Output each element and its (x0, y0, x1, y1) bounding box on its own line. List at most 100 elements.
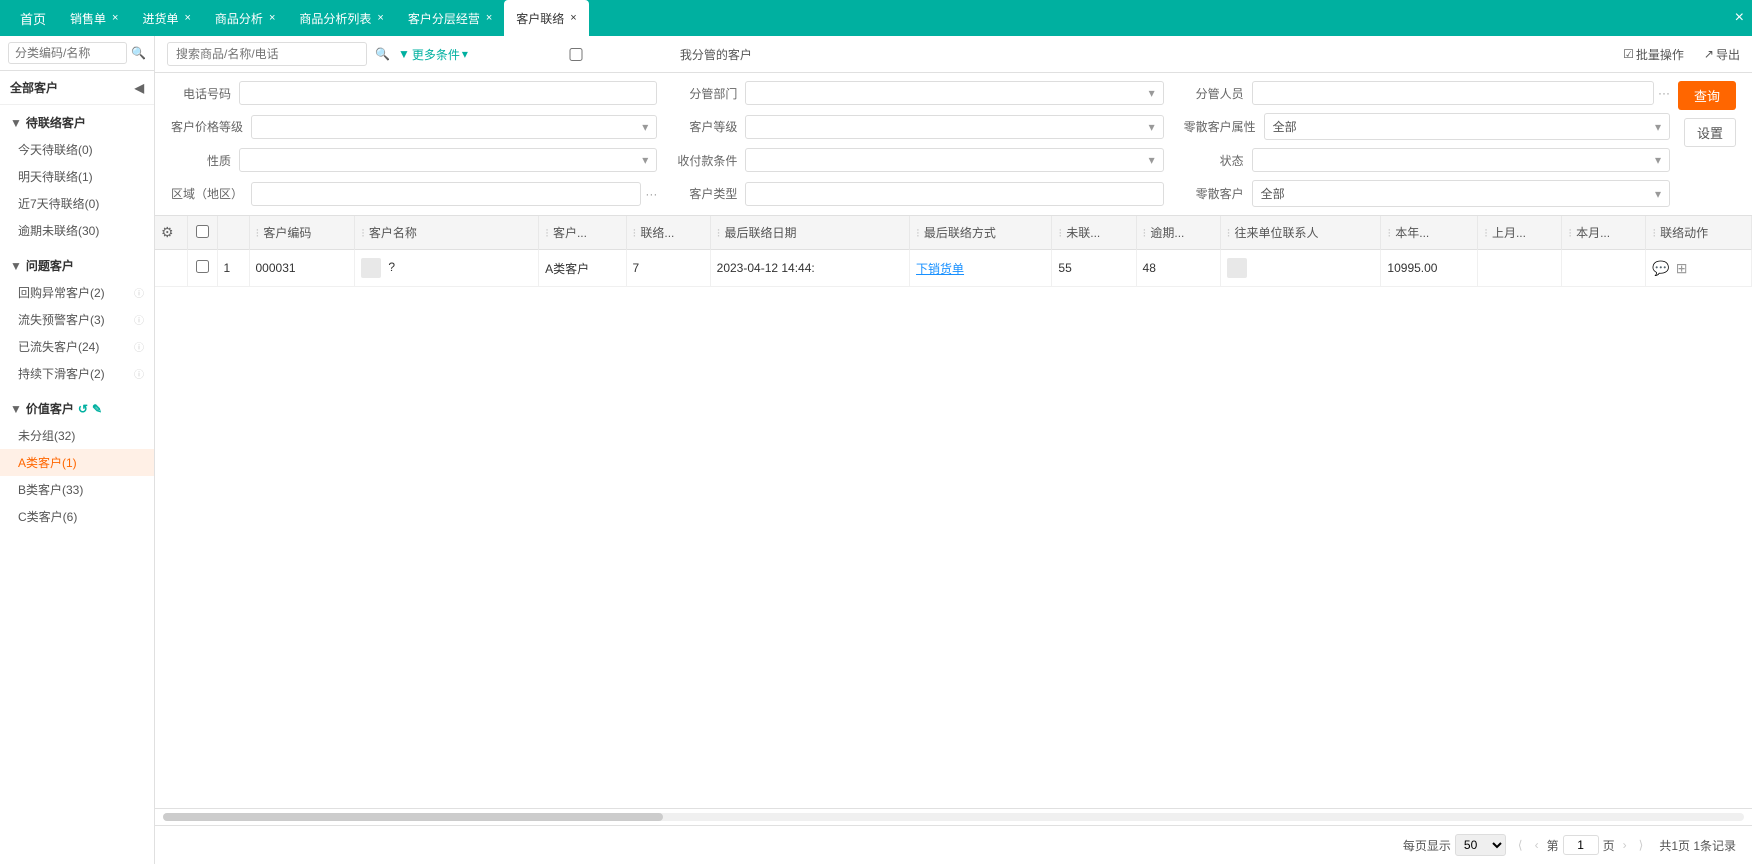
nature-select[interactable]: ▾ (239, 148, 657, 172)
nav-home[interactable]: 首页 (8, 0, 58, 36)
settings-button[interactable]: 设置 (1684, 118, 1736, 147)
cust-level-select[interactable]: ▾ (745, 115, 1163, 139)
section-title-pending[interactable]: ▼ 待联络客户 (0, 109, 154, 136)
filter-cell-payment: 收付款条件 ▾ (677, 148, 1163, 172)
sidebar-item-ungroup[interactable]: 未分组(32) (0, 422, 154, 449)
sidebar-search-icon[interactable]: 🔍 (131, 46, 146, 60)
sidebar-item-declining[interactable]: 持续下滑客户(2) ⓘ (0, 360, 154, 387)
col-this-year: ⁝ 本年... (1381, 216, 1478, 250)
sidebar-collapse-icon[interactable]: ◀ (135, 81, 144, 95)
status-select[interactable]: ▾ (1252, 148, 1670, 172)
nav-tab-purchase[interactable]: 进货单 × (130, 0, 202, 36)
nav-tab-analysis-list[interactable]: 商品分析列表 × (287, 0, 395, 36)
close-purchase-tab[interactable]: × (184, 12, 190, 24)
edit-value-icon[interactable]: ✎ (92, 402, 102, 416)
filter-cell-region: 区域（地区） ··· (171, 182, 657, 206)
col-contact-label: 联络... (640, 224, 674, 241)
close-sales-tab[interactable]: × (112, 12, 118, 24)
chat-icon[interactable]: 💬 (1652, 260, 1669, 277)
per-page-select[interactable]: 50 20 100 (1455, 834, 1506, 856)
sidebar-all-customers[interactable]: 全部客户 ◀ (0, 71, 154, 105)
info-icon-4: ⓘ (134, 366, 144, 381)
prev-page-btn[interactable]: ‹ (1531, 836, 1543, 854)
retail-attr-value: 全部 (1273, 118, 1297, 135)
search-input[interactable] (167, 42, 367, 66)
last-page-btn[interactable]: ⟩ (1635, 836, 1648, 854)
my-customers-label: 我分管的客户 (680, 46, 752, 63)
payment-select[interactable]: ▾ (745, 148, 1163, 172)
nav-tab-sales[interactable]: 销售单 × (58, 0, 130, 36)
dept-arrow: ▾ (1149, 86, 1155, 100)
row-this-month-cell (1562, 250, 1646, 287)
row-check-cell (187, 250, 217, 287)
query-button[interactable]: 查询 (1678, 81, 1736, 110)
next-page-btn[interactable]: › (1619, 836, 1631, 854)
region-input[interactable] (251, 182, 641, 206)
close-contact-tab[interactable]: × (570, 12, 576, 24)
retail-select[interactable]: 全部 ▾ (1252, 180, 1670, 207)
sidebar-item-churn-warning[interactable]: 流失预警客户(3) ⓘ (0, 306, 154, 333)
manager-input[interactable] (1252, 81, 1654, 105)
col-name: ⁝ 客户名称 (355, 216, 539, 250)
close-analysis-list-tab[interactable]: × (377, 12, 383, 24)
my-customers-checkbox[interactable]: 我分管的客户 (476, 46, 752, 63)
nav-tab-analysis[interactable]: 商品分析 × (203, 0, 287, 36)
first-page-btn[interactable]: ⟨ (1514, 836, 1527, 854)
per-page-label: 每页显示 (1403, 837, 1451, 854)
sidebar-item-lost[interactable]: 已流失客户(24) ⓘ (0, 333, 154, 360)
content-area: 🔍 ▼ 更多条件 ▾ 我分管的客户 ☑ 批量操作 ↗ 导出 (155, 36, 1752, 864)
retail-attr-select[interactable]: 全部 ▾ (1264, 113, 1670, 140)
region-dots[interactable]: ··· (645, 187, 657, 201)
section-title-problem[interactable]: ▼ 问题客户 (0, 252, 154, 279)
section-title-value[interactable]: ▼ 价值客户 ↺ ✎ (0, 395, 154, 422)
sidebar-search-area: 🔍 (0, 36, 154, 71)
row-last-method-link[interactable]: 下销货单 (916, 262, 964, 276)
search-button[interactable]: 🔍 (375, 47, 390, 61)
all-customers-label: 全部客户 (10, 79, 58, 96)
page-input[interactable] (1563, 835, 1599, 855)
sidebar-item-b-class[interactable]: B类客户(33) (0, 476, 154, 503)
row-checkbox[interactable] (196, 260, 209, 273)
price-level-select[interactable]: ▾ (251, 115, 657, 139)
sidebar-item-7days[interactable]: 近7天待联络(0) (0, 190, 154, 217)
col-not-contact-label: 未联... (1066, 224, 1100, 241)
region-label: 区域（地区） (171, 185, 243, 202)
col-check (187, 216, 217, 250)
sidebar-item-c-class[interactable]: C类客户(6) (0, 503, 154, 530)
item-tomorrow-label: 明天待联络(1) (18, 168, 144, 185)
col-last-month: ⁝ 上月... (1478, 216, 1562, 250)
sidebar-search-input[interactable] (8, 42, 127, 64)
item-c-class-label: C类客户(6) (18, 508, 144, 525)
col-name-label: 客户名称 (369, 224, 417, 241)
nav-tab-customer-segment[interactable]: 客户分层经营 × (396, 0, 504, 36)
export-btn[interactable]: ↗ 导出 (1704, 46, 1740, 63)
sidebar-item-tomorrow[interactable]: 明天待联络(1) (0, 163, 154, 190)
bulk-op-btn[interactable]: ☑ 批量操作 (1623, 46, 1684, 63)
filter-cell-manager: 分管人员 ··· (1184, 81, 1670, 105)
nav-tab-customer-contact[interactable]: 客户联络 × (504, 0, 588, 36)
table-gear-icon[interactable]: ⚙ (161, 224, 174, 240)
cust-type-input[interactable] (745, 182, 1163, 206)
filter-cell-status: 状态 ▾ (1184, 148, 1670, 172)
col-last-month-label: 上月... (1492, 224, 1526, 241)
select-all-checkbox[interactable] (196, 225, 209, 238)
window-close-btn[interactable]: × (1735, 9, 1744, 27)
more-filter-btn[interactable]: ▼ 更多条件 ▾ (398, 46, 468, 63)
payment-label: 收付款条件 (677, 152, 737, 169)
sidebar-item-repurchase-abnormal[interactable]: 回购异常客户(2) ⓘ (0, 279, 154, 306)
sidebar-item-a-class[interactable]: A类客户(1) (0, 449, 154, 476)
my-customers-check[interactable] (476, 48, 676, 61)
scroll-thumb[interactable] (163, 813, 663, 821)
qr-icon[interactable]: ⊞ (1676, 260, 1688, 277)
dept-select[interactable]: ▾ (745, 81, 1163, 105)
sidebar-item-today[interactable]: 今天待联络(0) (0, 136, 154, 163)
sidebar-section-value: ▼ 价值客户 ↺ ✎ 未分组(32) A类客户(1) B类客户(33) C类客户… (0, 391, 154, 534)
sidebar-item-overdue[interactable]: 逾期未联络(30) (0, 217, 154, 244)
manager-dots[interactable]: ··· (1658, 86, 1670, 100)
col-not-contact: ⁝ 未联... (1052, 216, 1136, 250)
close-segment-tab[interactable]: × (486, 12, 492, 24)
refresh-value-icon[interactable]: ↺ (78, 402, 88, 416)
close-analysis-tab[interactable]: × (269, 12, 275, 24)
filter-cell-price-level: 客户价格等级 ▾ (171, 115, 657, 139)
phone-input[interactable] (239, 81, 657, 105)
